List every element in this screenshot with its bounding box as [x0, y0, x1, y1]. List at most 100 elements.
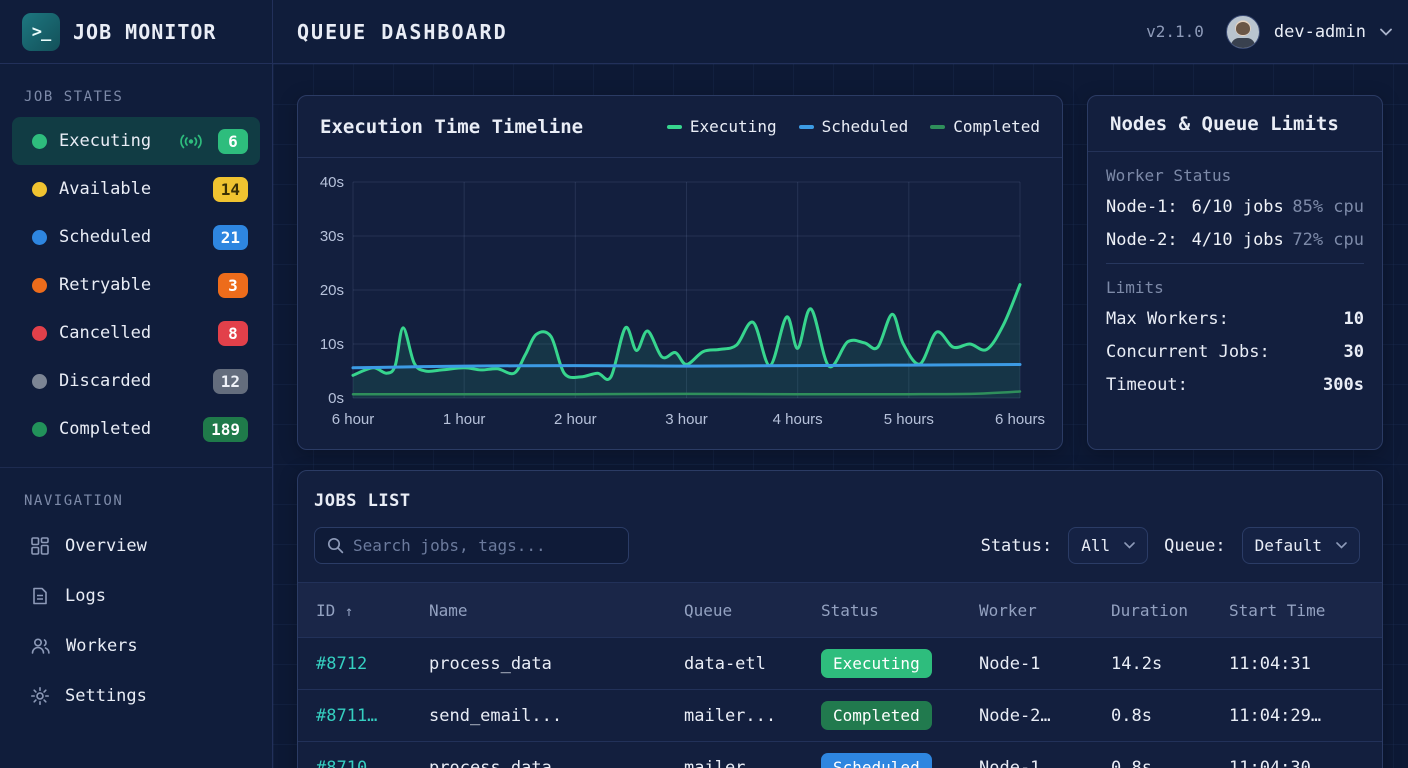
column-header-status[interactable]: Status: [821, 601, 979, 620]
limits-label: Limits: [1106, 278, 1164, 297]
svg-text:0s: 0s: [328, 390, 344, 407]
sidebar-divider: [0, 467, 272, 468]
table-row[interactable]: #8711… send_email... mailer... Completed Nod…: [298, 689, 1382, 741]
search-input[interactable]: [353, 536, 616, 555]
job-status-cell: Scheduled: [821, 753, 979, 768]
legend-item-scheduled[interactable]: Scheduled: [798, 117, 909, 136]
svg-text:3 hour: 3 hour: [665, 411, 708, 428]
column-header-start-time[interactable]: Start Time: [1229, 601, 1382, 620]
legend-label: Executing: [689, 117, 777, 136]
svg-text:6 hour: 6 hour: [332, 411, 375, 428]
nav-item-label: Logs: [65, 586, 106, 606]
svg-text:10s: 10s: [320, 336, 344, 353]
status-dot: [32, 421, 47, 437]
count-badge: 189: [203, 416, 248, 442]
nav-item-label: Workers: [66, 636, 138, 656]
node-status-row: Node-1: 6/10 jobs 85% cpu: [1106, 197, 1364, 217]
chevron-down-icon: [1124, 542, 1135, 549]
status-dot: [32, 325, 47, 341]
job-duration: 14.2s: [1111, 653, 1163, 674]
sidebar-item-scheduled[interactable]: Scheduled 21: [12, 213, 260, 261]
job-id-link[interactable]: #8712: [316, 654, 429, 674]
jobs-controls: Status: All Queue: Default: [314, 527, 1360, 564]
navigation-list: Overview Logs Workers Settings: [0, 521, 272, 721]
table-row[interactable]: #8712 process_data data-etl Executing Node-1…: [298, 637, 1382, 689]
status-badge: Completed: [821, 701, 932, 730]
queue-filter-value: Default: [1254, 536, 1322, 555]
jobs-table: ID ↑ Name Queue Status Worker Duration Start T…: [298, 582, 1382, 768]
filters: Status: All Queue: Default: [981, 527, 1360, 564]
limit-name: Timeout:: [1106, 375, 1188, 395]
document-icon: [30, 586, 50, 606]
sidebar-item-cancelled[interactable]: Cancelled 8: [12, 309, 260, 357]
table-header-row: ID ↑ Name Queue Status Worker Duration Start T…: [298, 582, 1382, 637]
status-filter-value: All: [1081, 536, 1111, 555]
search-box: [314, 527, 629, 564]
job-state-label: Available: [59, 179, 152, 199]
panel-divider: [1106, 263, 1364, 264]
jobs-panel-header: JOBS LIST Status: All Queue:: [298, 471, 1382, 564]
legend-label: Completed: [953, 117, 1040, 136]
legend-label: Scheduled: [821, 117, 909, 136]
execution-timeline-chart: 0s 10s 20s 30s 40s 6 hour 1 hour 2 hour 3 hour 4 …: [298, 158, 1062, 450]
table-row[interactable]: #8710 process_data mailer Scheduled Node-1 0.…: [298, 741, 1382, 768]
status-badge: Executing: [821, 649, 932, 678]
svg-text:4 hours: 4 hours: [773, 411, 823, 428]
sidebar-item-discarded[interactable]: Discarded 12: [12, 357, 260, 405]
job-queue: mailer: [684, 757, 746, 768]
count-badge: 14: [212, 176, 248, 202]
job-monitor-app: >_ JOB MONITOR QUEUE DASHBOARD v2.1.0 de…: [0, 0, 1408, 768]
header-main: QUEUE DASHBOARD v2.1.0 dev-admin: [273, 0, 1408, 63]
job-state-label: Cancelled: [59, 323, 152, 343]
sidebar-item-completed[interactable]: Completed 189: [12, 405, 260, 453]
status-filter-dropdown[interactable]: All: [1068, 527, 1149, 564]
column-header-duration[interactable]: Duration: [1111, 601, 1229, 620]
node-name: Node-2:: [1106, 230, 1178, 250]
sidebar-item-executing[interactable]: Executing 6: [12, 117, 260, 165]
node-jobs: 6/10 jobs: [1191, 197, 1284, 217]
chart-svg: 0s 10s 20s 30s 40s 6 hour 1 hour 2 hour 3 hour 4 …: [320, 174, 1045, 428]
status-dot: [32, 373, 47, 389]
column-header-name[interactable]: Name: [429, 601, 684, 620]
status-filter-label: Status:: [980, 535, 1053, 556]
sidebar-item-overview[interactable]: Overview: [0, 521, 272, 571]
sidebar-item-retryable[interactable]: Retryable 3: [12, 261, 260, 309]
nav-item-label: Settings: [65, 686, 147, 706]
legend-color-dash: [666, 124, 682, 129]
sidebar-item-available[interactable]: Available 14: [12, 165, 260, 213]
users-icon: [30, 636, 51, 656]
limit-name: Concurrent Jobs:: [1106, 342, 1270, 362]
node-cpu: 72% cpu: [1292, 230, 1364, 250]
svg-text:30s: 30s: [320, 228, 344, 245]
job-states-section-label: JOB STATES: [24, 89, 124, 105]
avatar[interactable]: [1225, 14, 1260, 49]
column-header-id[interactable]: ID ↑: [316, 601, 429, 620]
sidebar-item-settings[interactable]: Settings: [0, 671, 272, 721]
job-state-label: Completed: [59, 419, 152, 439]
node-jobs: 4/10 jobs: [1191, 230, 1284, 250]
user-menu-name[interactable]: dev-admin: [1274, 22, 1366, 42]
legend-item-completed[interactable]: Completed: [930, 117, 1040, 136]
worker-status-label: Worker Status: [1106, 166, 1232, 185]
limit-value: 10: [1343, 309, 1364, 329]
job-status-cell: Executing: [821, 649, 979, 678]
chevron-down-icon[interactable]: [1380, 28, 1392, 36]
status-badge: Scheduled: [821, 753, 932, 768]
job-state-label: Scheduled: [59, 227, 152, 247]
job-id-link[interactable]: #8711…: [316, 706, 429, 726]
chart-title: Execution Time Timeline: [320, 115, 584, 138]
column-header-queue[interactable]: Queue: [684, 601, 821, 620]
limit-row: Concurrent Jobs: 30: [1106, 342, 1364, 362]
sidebar-item-workers[interactable]: Workers: [0, 621, 272, 671]
chevron-down-icon: [1336, 542, 1347, 549]
queue-filter-dropdown[interactable]: Default: [1241, 527, 1360, 564]
sidebar-item-logs[interactable]: Logs: [0, 571, 272, 621]
legend-item-executing[interactable]: Executing: [666, 117, 777, 136]
column-header-worker[interactable]: Worker: [979, 601, 1111, 620]
live-broadcast-icon: [178, 133, 204, 150]
legend-color-dash: [798, 124, 814, 129]
nodes-limits-panel: Nodes & Queue Limits Worker Status Node-…: [1087, 95, 1383, 450]
chart-legend: Executing Scheduled Completed: [666, 117, 1040, 136]
header-right: v2.1.0 dev-admin: [1146, 14, 1392, 49]
job-id-link[interactable]: #8710: [316, 758, 429, 768]
